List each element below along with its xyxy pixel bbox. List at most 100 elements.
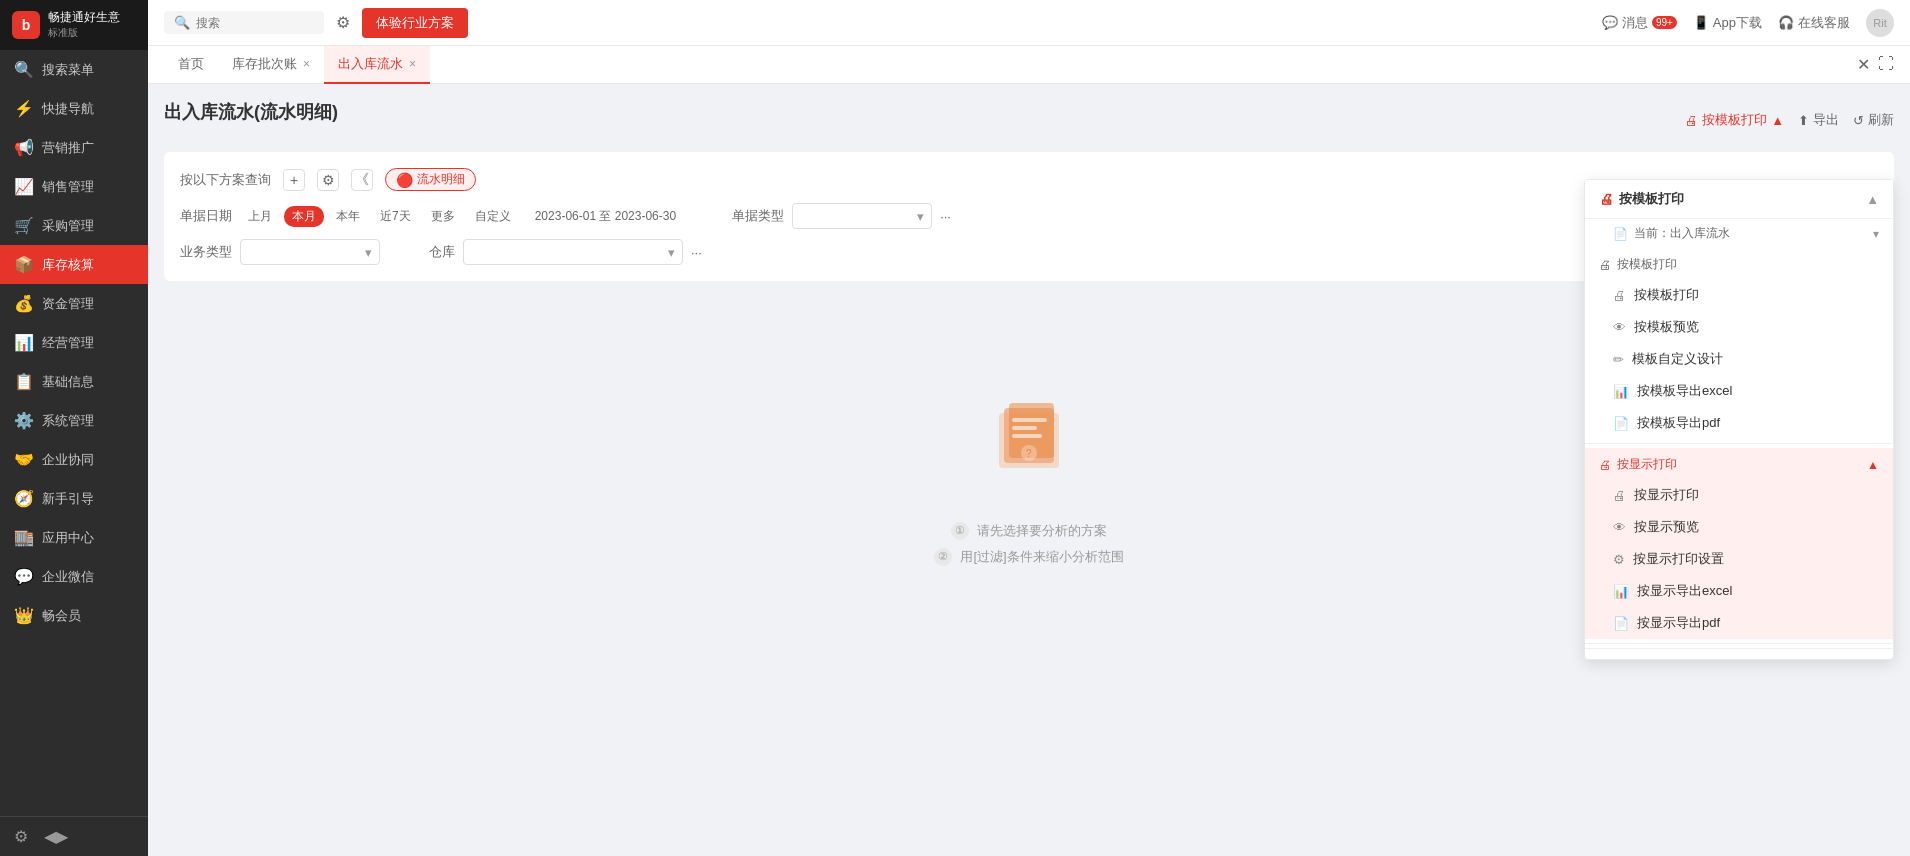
biz-type-field: 业务类型 ▾ (180, 239, 373, 265)
date-custom[interactable]: 自定义 (467, 206, 519, 227)
print-dropdown-panel: 🖨 按模板打印 ▲ 📄 当前：出入库流水 ▾ 🖨 (1584, 179, 1894, 660)
user-avatar-btn[interactable]: Rit (1866, 9, 1894, 37)
trial-btn[interactable]: 体验行业方案 (362, 8, 468, 38)
tab-flow-close[interactable]: × (409, 57, 416, 71)
warehouse-select-wrap (463, 239, 683, 265)
biz-type-select[interactable] (240, 239, 380, 265)
settings-footer-icon[interactable]: ⚙ (14, 827, 28, 846)
dp-display-preview-item[interactable]: 👁 按显示预览 (1585, 511, 1893, 543)
empty-illustration: ? (984, 393, 1074, 502)
sidebar-item-label: 经营管理 (42, 334, 94, 352)
empty-step-1: ① 请先选择要分析的方案 (951, 522, 1107, 540)
page-content: 出入库流水(流水明细) 🖨 按模板打印 ▲ ⬆ 导出 ↺ 刷新 (148, 84, 1910, 856)
step-num-1: ① (951, 522, 969, 540)
filter-settings-btn[interactable]: ⚙ (317, 169, 339, 191)
filter-active-tag[interactable]: 🔴 流水明细 (385, 168, 476, 191)
dp-divider (1585, 443, 1893, 444)
sidebar-item-sales[interactable]: 📈 销售管理 (0, 167, 148, 206)
dp-current-chevron: ▾ (1873, 227, 1879, 241)
sidebar-item-quick-nav[interactable]: ⚡ 快捷导航 (0, 89, 148, 128)
dp-template-excel-item[interactable]: 📊 按模板导出excel (1585, 375, 1893, 407)
sidebar-item-finance[interactable]: 💰 资金管理 (0, 284, 148, 323)
doc-type-label: 单据类型 (732, 207, 784, 225)
sidebar-item-label: 库存核算 (42, 256, 94, 274)
print-icon: 🖨 (1685, 113, 1698, 128)
maximize-icon[interactable]: ⛶ (1878, 55, 1894, 74)
filter-add-btn[interactable]: + (283, 169, 305, 191)
doc-type-select[interactable] (792, 203, 932, 229)
sidebar-item-purchase[interactable]: 🛒 采购管理 (0, 206, 148, 245)
date-cur-year[interactable]: 本年 (328, 206, 368, 227)
app-download-btn[interactable]: 📱 App下载 (1693, 14, 1762, 32)
sidebar-item-inventory[interactable]: 📦 库存核算 (0, 245, 148, 284)
date-recent7[interactable]: 近7天 (372, 206, 419, 227)
date-cur-month[interactable]: 本月 (284, 206, 324, 227)
handshake-icon: 🤝 (14, 450, 34, 469)
dp-item-excel-icon: 📊 (1613, 384, 1629, 399)
topbar-gear-icon[interactable]: ⚙ (336, 13, 350, 32)
sidebar-item-member[interactable]: 👑 畅会员 (0, 596, 148, 635)
dp-set-default-btn[interactable]: ⚙ 设置默认功能 ▾ (1585, 648, 1893, 659)
sidebar-item-basic[interactable]: 📋 基础信息 (0, 362, 148, 401)
topbar-search-icon: 🔍 (174, 15, 190, 30)
dp-display-print-item[interactable]: 🖨 按显示打印 (1585, 479, 1893, 511)
date-field: 单据日期 上月 本月 本年 近7天 更多 自定义 2023-06-01 至 20… (180, 206, 676, 227)
dp-display-excel-item[interactable]: 📊 按显示导出excel (1585, 575, 1893, 607)
step-num-2: ② (934, 548, 952, 566)
dp-header-title: 🖨 按模板打印 (1599, 190, 1684, 208)
svg-text:?: ? (1026, 448, 1032, 459)
dp-display-chevron: ▲ (1867, 458, 1879, 472)
topbar-search-box[interactable]: 🔍 (164, 11, 324, 34)
dp-template-section-header: 🖨 按模板打印 (1585, 248, 1893, 279)
sidebar-item-wechat[interactable]: 💬 企业微信 (0, 557, 148, 596)
biz-type-select-wrap (240, 239, 380, 265)
tab-flow-label: 出入库流水 (338, 55, 403, 73)
sidebar-item-search[interactable]: 🔍 搜索菜单 (0, 50, 148, 89)
dp-template-pdf-item[interactable]: 📄 按模板导出pdf (1585, 407, 1893, 439)
dp-print-icon: 🖨 (1599, 191, 1613, 207)
message-btn[interactable]: 💬 消息 99+ (1602, 14, 1677, 32)
tab-batch-close[interactable]: × (303, 57, 310, 71)
sidebar-item-label: 采购管理 (42, 217, 94, 235)
sidebar-item-guide[interactable]: 🧭 新手引导 (0, 479, 148, 518)
warehouse-select[interactable] (463, 239, 683, 265)
dp-scroll: 📄 当前：出入库流水 ▾ 🖨 按模板打印 🖨 按模板打印 (1585, 219, 1893, 659)
refresh-btn[interactable]: ↺ 刷新 (1853, 111, 1894, 129)
print-template-btn[interactable]: 🖨 按模板打印 ▲ (1685, 111, 1784, 129)
filter-tag-label: 流水明细 (417, 171, 465, 188)
svg-rect-3 (1012, 418, 1047, 422)
dp-template-print-item[interactable]: 🖨 按模板打印 (1585, 279, 1893, 311)
sidebar-item-collab[interactable]: 🤝 企业协同 (0, 440, 148, 479)
date-prev-month[interactable]: 上月 (240, 206, 280, 227)
dp-display-item-excel-icon: 📊 (1613, 584, 1629, 599)
export-btn[interactable]: ⬆ 导出 (1798, 111, 1839, 129)
topbar-search-input[interactable] (196, 16, 296, 30)
online-service-btn[interactable]: 🎧 在线客服 (1778, 14, 1850, 32)
dp-divider2 (1585, 643, 1893, 644)
sidebar-item-operation[interactable]: 📊 经营管理 (0, 323, 148, 362)
doc-type-select-wrap (792, 203, 932, 229)
export-icon: ⬆ (1798, 113, 1809, 128)
sidebar-item-marketing[interactable]: 📢 营销推广 (0, 128, 148, 167)
warehouse-more-btn[interactable]: ··· (691, 245, 702, 260)
sidebar-item-system[interactable]: ⚙️ 系统管理 (0, 401, 148, 440)
app-download-label: App下载 (1713, 14, 1762, 32)
tab-home[interactable]: 首页 (164, 46, 218, 84)
online-service-label: 在线客服 (1798, 14, 1850, 32)
page-title: 出入库流水(流水明细) (164, 100, 338, 124)
dp-template-preview-item[interactable]: 👁 按模板预览 (1585, 311, 1893, 343)
dp-display-print-settings-item[interactable]: ⚙ 按显示打印设置 (1585, 543, 1893, 575)
empty-step1-text: 请先选择要分析的方案 (977, 522, 1107, 540)
dp-template-custom-item[interactable]: ✏ 模板自定义设计 (1585, 343, 1893, 375)
date-more[interactable]: 更多 (423, 206, 463, 227)
dp-chevron-up: ▲ (1866, 192, 1879, 207)
dp-display-pdf-item[interactable]: 📄 按显示导出pdf (1585, 607, 1893, 639)
close-all-tabs-icon[interactable]: ✕ (1857, 55, 1870, 74)
collapse-sidebar-icon[interactable]: ◀▶ (44, 827, 68, 846)
dp-current-indicator: 📄 当前：出入库流水 ▾ (1585, 219, 1893, 248)
filter-collapse-btn[interactable]: 《 (351, 169, 373, 191)
tab-flow[interactable]: 出入库流水 × (324, 46, 430, 84)
sidebar-item-app-center[interactable]: 🏬 应用中心 (0, 518, 148, 557)
tab-batch[interactable]: 库存批次账 × (218, 46, 324, 84)
doc-type-more-btn[interactable]: ··· (940, 209, 951, 224)
